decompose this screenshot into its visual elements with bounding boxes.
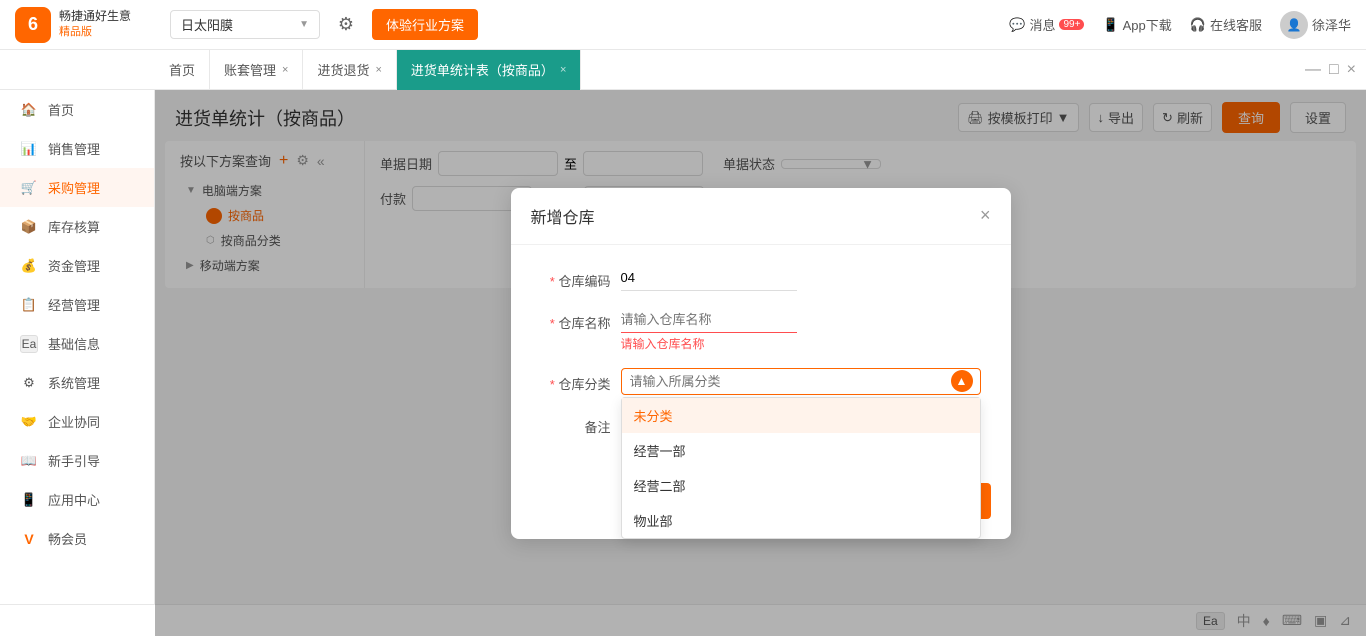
online-service-item[interactable]: 🎧 在线客服 [1190,15,1262,34]
tab-purchase-stats[interactable]: 进货单统计表（按商品） × [397,50,581,90]
settings-icon[interactable]: ⚙ [330,9,362,41]
dropdown-arrow-icon[interactable]: ▲ [951,370,973,392]
home-icon: 🏠 [20,101,38,119]
category-dropdown-list: 未分类 经营一部 经营二部 物业部 [621,397,981,539]
header-center: 日太阳膜 ▼ ⚙ 体验行业方案 [170,9,1009,41]
content-area: 进货单统计（按商品） 🖨 按模板打印 ▼ ↓ 导出 ↻ 刷新 查询 设置 [155,90,1366,636]
tab-close-icon[interactable]: × [282,64,288,76]
warehouse-code-wrapper [621,265,981,291]
sidebar-item-purchase[interactable]: 🛒 采购管理 [0,168,154,207]
remark-label: 备注 [541,411,611,436]
tab-close-icon[interactable]: × [375,64,381,76]
sidebar-item-newbie[interactable]: 📖 新手引导 [0,441,154,480]
form-row-code: * 仓库编码 [541,265,981,291]
logo-icon: 6 [15,7,51,43]
form-row-category: * 仓库分类 ▲ 未分类 经营一部 经营二部 物业部 [541,368,981,395]
warehouse-name-wrapper: 请输入仓库名称 [621,307,981,352]
tab-bar: 首页 账套管理 × 进货退货 × 进货单统计表（按商品） × — □ × [0,50,1366,90]
modal-close-icon[interactable]: × [980,205,991,226]
member-icon: V [20,530,38,548]
sidebar-item-system[interactable]: ⚙ 系统管理 [0,363,154,402]
form-row-name: * 仓库名称 请输入仓库名称 [541,307,981,352]
warehouse-code-input[interactable] [621,265,797,291]
headset-icon: 🎧 [1190,17,1206,33]
warehouse-category-wrapper: ▲ 未分类 经营一部 经营二部 物业部 [621,368,981,395]
top-header: 6 畅捷通好生意 精品版 日太阳膜 ▼ ⚙ 体验行业方案 💬 消息 99+ 📱 … [0,0,1366,50]
operation-icon: 📋 [20,296,38,314]
notification-item[interactable]: 💬 消息 99+ [1009,15,1084,34]
app-download-item[interactable]: 📱 App下载 [1102,15,1171,34]
sidebar-item-app-center[interactable]: 📱 应用中心 [0,480,154,519]
store-selector[interactable]: 日太阳膜 ▼ [170,10,320,39]
logo-area: 6 畅捷通好生意 精品版 [15,7,170,43]
maximize-icon[interactable]: □ [1329,61,1339,79]
avatar: 👤 [1280,11,1308,39]
tab-account[interactable]: 账套管理 × [210,50,303,90]
modal-overlay: 新增仓库 × * 仓库编码 [155,90,1366,636]
user-item[interactable]: 👤 徐泽华 [1280,11,1351,39]
tab-purchase-return[interactable]: 进货退货 × [303,50,396,90]
sales-icon: 📊 [20,140,38,158]
collab-icon: 🤝 [20,413,38,431]
store-selector-arrow-icon: ▼ [299,19,309,30]
notification-badge: 99+ [1059,19,1084,30]
purchase-icon: 🛒 [20,179,38,197]
inventory-icon: 📦 [20,218,38,236]
sidebar-item-inventory[interactable]: 📦 库存核算 [0,207,154,246]
dropdown-item-1[interactable]: 经营一部 [622,433,980,468]
sidebar-item-collab[interactable]: 🤝 企业协同 [0,402,154,441]
trial-button[interactable]: 体验行业方案 [372,9,478,40]
warehouse-category-input[interactable] [621,368,981,395]
sidebar-item-basic-info[interactable]: Ea 基础信息 [0,324,154,363]
close-all-icon[interactable]: × [1347,61,1356,79]
modal-body: * 仓库编码 * 仓库名称 [511,245,1011,473]
app-center-icon: 📱 [20,491,38,509]
system-icon: ⚙ [20,374,38,392]
tab-home[interactable]: 首页 [155,50,210,90]
basic-info-icon: Ea [20,335,38,353]
warehouse-name-label: * 仓库名称 [541,307,611,332]
sidebar-item-finance[interactable]: 💰 资金管理 [0,246,154,285]
sidebar-item-member[interactable]: V 畅会员 [0,519,154,558]
sidebar: 🏠 首页 📊 销售管理 🛒 采购管理 📦 库存核算 💰 资金管理 📋 经 [0,90,155,636]
tab-controls: — □ × [1305,61,1366,79]
dropdown-item-2[interactable]: 经营二部 [622,468,980,503]
dropdown-item-3[interactable]: 物业部 [622,503,980,538]
header-right: 💬 消息 99+ 📱 App下载 🎧 在线客服 👤 徐泽华 [1009,11,1351,39]
warehouse-name-input[interactable] [621,307,797,333]
new-warehouse-modal: 新增仓库 × * 仓库编码 [511,188,1011,539]
tab-close-icon[interactable]: × [560,64,566,76]
finance-icon: 💰 [20,257,38,275]
main-layout: 🏠 首页 📊 销售管理 🛒 采购管理 📦 库存核算 💰 资金管理 📋 经 [0,90,1366,636]
newbie-icon: 📖 [20,452,38,470]
sidebar-item-operation[interactable]: 📋 经营管理 [0,285,154,324]
minimize-icon[interactable]: — [1305,61,1321,79]
sidebar-item-home[interactable]: 🏠 首页 [0,90,154,129]
sidebar-item-sales[interactable]: 📊 销售管理 [0,129,154,168]
dropdown-item-0[interactable]: 未分类 [622,398,980,433]
app-icon: 📱 [1102,17,1118,33]
logo-text: 畅捷通好生意 精品版 [59,8,131,40]
modal-title: 新增仓库 [531,204,595,228]
modal-header: 新增仓库 × [511,188,1011,245]
warehouse-code-label: * 仓库编码 [541,265,611,290]
message-icon: 💬 [1009,17,1025,33]
sidebar-scrollable: 🏠 首页 📊 销售管理 🛒 采购管理 📦 库存核算 💰 资金管理 📋 经 [0,90,154,558]
warehouse-category-label: * 仓库分类 [541,368,611,393]
warehouse-name-error: 请输入仓库名称 [621,335,981,352]
